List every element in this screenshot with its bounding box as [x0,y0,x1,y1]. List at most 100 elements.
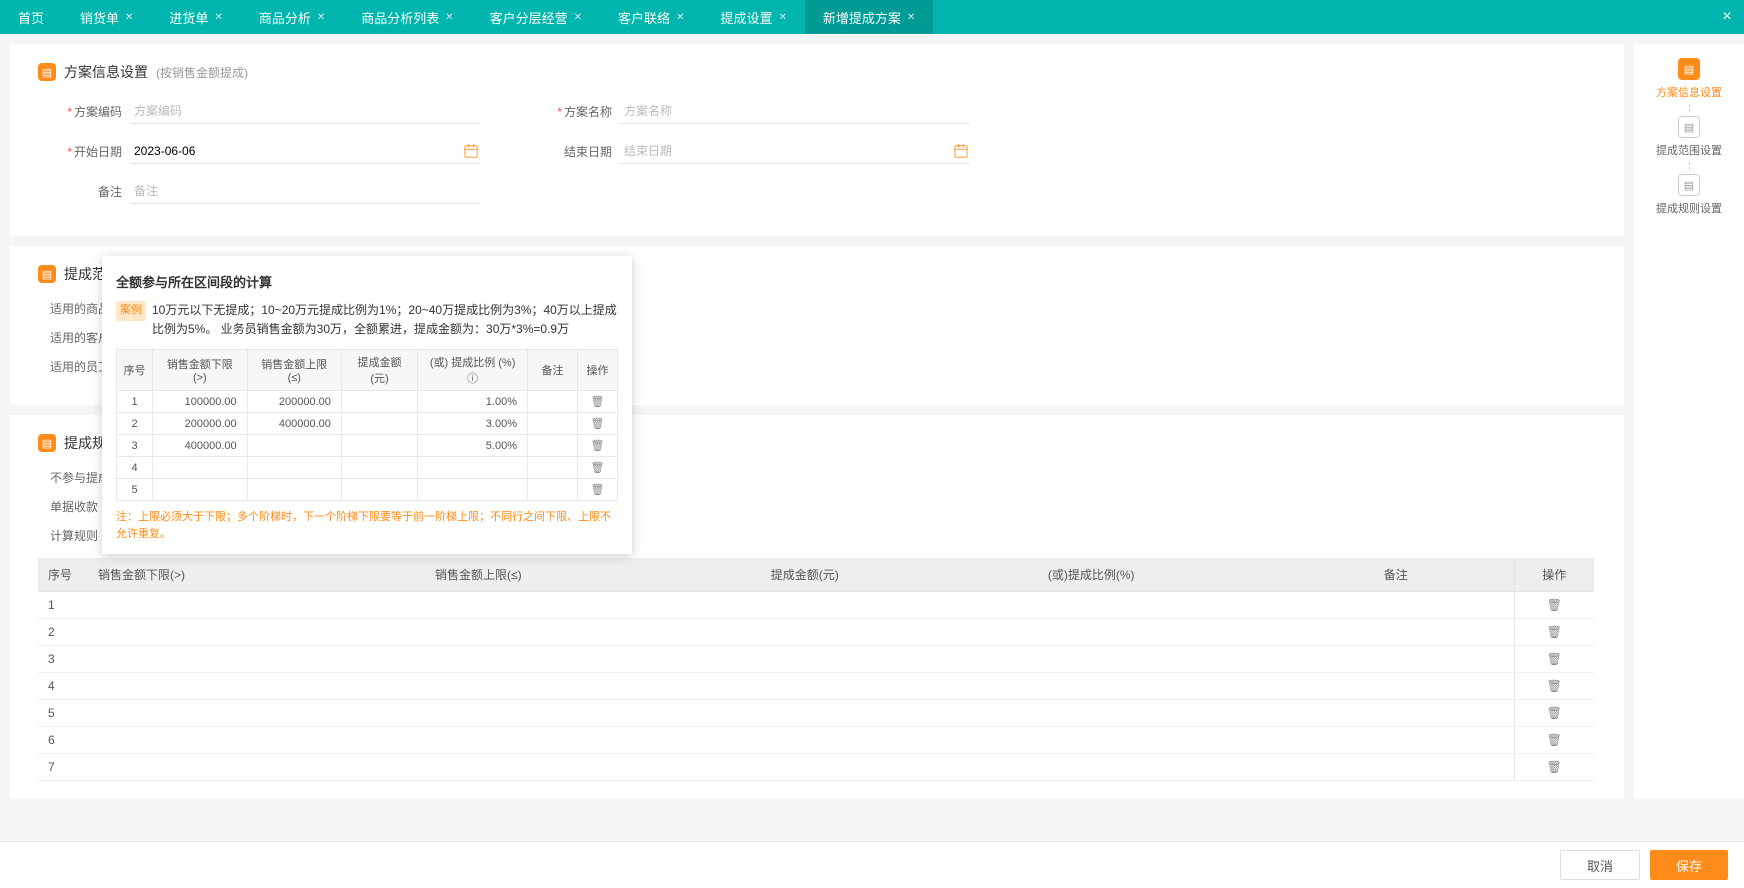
cell-empty[interactable] [1374,754,1514,781]
table-row[interactable]: 2🗑 [38,619,1594,646]
cell-empty[interactable] [1038,673,1374,700]
cell-op: 🗑 [1514,673,1594,700]
cell-empty[interactable] [761,754,1038,781]
plan-name-label: 方案名称 [564,105,612,119]
anchor-提成规则设置[interactable]: ▤ 提成规则设置 [1656,174,1722,216]
tab-首页[interactable]: 首页 [0,0,62,34]
cell-empty[interactable] [1374,673,1514,700]
cell-empty[interactable] [1038,700,1374,727]
delete-icon[interactable]: 🗑 [1547,652,1562,666]
cell-empty[interactable] [88,754,425,781]
anchor-icon: ▤ [1678,174,1700,196]
cell-empty[interactable] [761,592,1038,619]
table-row[interactable]: 7🗑 [38,754,1594,781]
cell-empty[interactable] [761,619,1038,646]
cell-amount [341,479,417,501]
close-icon[interactable]: ✕ [445,12,453,23]
cell-empty[interactable] [761,646,1038,673]
cell-empty[interactable] [425,619,761,646]
tab-销货单[interactable]: 销货单✕ [62,0,151,34]
table-row[interactable]: 4🗑 [38,673,1594,700]
cell-empty[interactable] [1038,619,1374,646]
tab-客户分层经营[interactable]: 客户分层经营✕ [472,0,600,34]
cell-empty[interactable] [425,673,761,700]
tab-进货单[interactable]: 进货单✕ [151,0,240,34]
cell-empty[interactable] [88,646,425,673]
cell-lower: 100000.00 [153,391,248,413]
tab-客户联络[interactable]: 客户联络✕ [600,0,702,34]
cell-empty[interactable] [425,700,761,727]
remark-input[interactable] [130,178,480,204]
cell-empty[interactable] [761,700,1038,727]
anchor-提成范围设置[interactable]: ▤提成范围设置 [1656,116,1722,158]
cell-lower [153,457,248,479]
cell-empty[interactable] [88,673,425,700]
delete-icon[interactable]: 🗑 [1547,706,1562,720]
cell-upper: 400000.00 [247,413,341,435]
table-row[interactable]: 3🗑 [38,646,1594,673]
delete-icon[interactable]: 🗑 [1547,679,1562,693]
delete-icon[interactable]: 🗑 [591,396,605,408]
anchor-方案信息设置[interactable]: ▤方案信息设置 [1656,58,1722,100]
cell-empty[interactable] [1374,727,1514,754]
table-row[interactable]: 1🗑 [38,592,1594,619]
cell-empty[interactable] [1038,592,1374,619]
close-icon[interactable]: ✕ [214,12,222,23]
close-icon[interactable]: ✕ [676,12,684,23]
delete-icon[interactable]: 🗑 [1547,733,1562,747]
plan-name-input[interactable] [620,98,970,124]
delete-icon[interactable]: 🗑 [1547,625,1562,639]
panel-subtitle: (按销售金额提成) [156,64,248,81]
cell-empty[interactable] [1374,700,1514,727]
delete-icon[interactable]: 🗑 [591,418,605,430]
cell-empty[interactable] [88,727,425,754]
close-icon[interactable]: ✕ [778,12,786,23]
cell-empty[interactable] [1038,754,1374,781]
end-date-input[interactable] [620,138,970,164]
save-button[interactable]: 保存 [1650,850,1728,880]
cell-empty[interactable] [88,592,425,619]
close-icon[interactable]: ✕ [574,12,582,23]
tab-label: 首页 [18,8,44,27]
cell-empty[interactable] [761,673,1038,700]
close-icon[interactable]: ✕ [907,12,915,23]
cell-lower [153,479,248,501]
close-icon[interactable]: ✕ [317,12,325,23]
anchor-label: 提成规则设置 [1656,200,1722,216]
cell-empty[interactable] [88,619,425,646]
cell-empty[interactable] [425,754,761,781]
cell-empty[interactable] [425,727,761,754]
cell-ratio [418,479,528,501]
cell-amount [341,457,417,479]
delete-icon[interactable]: 🗑 [591,484,605,496]
table-row[interactable]: 5🗑 [38,700,1594,727]
cell-amount [341,391,417,413]
close-icon[interactable]: ✕ [125,12,133,23]
delete-icon[interactable]: 🗑 [1547,760,1562,774]
cell-empty[interactable] [1374,619,1514,646]
cancel-button[interactable]: 取消 [1560,850,1640,880]
cell-empty[interactable] [1374,646,1514,673]
cell-seq: 4 [117,457,153,479]
delete-icon[interactable]: 🗑 [591,440,605,452]
cell-empty[interactable] [761,727,1038,754]
cell-empty[interactable] [88,700,425,727]
cell-empty[interactable] [1038,727,1374,754]
cell-empty[interactable] [425,646,761,673]
table-row[interactable]: 6🗑 [38,727,1594,754]
delete-icon[interactable]: 🗑 [1547,598,1562,612]
tab-新增提成方案[interactable]: 新增提成方案✕ [805,0,933,34]
delete-icon[interactable]: 🗑 [591,462,605,474]
start-date-input[interactable] [130,138,480,164]
cell-empty[interactable] [1038,646,1374,673]
tab-提成设置[interactable]: 提成设置✕ [702,0,804,34]
plan-code-input[interactable] [130,98,480,124]
tab-商品分析列表[interactable]: 商品分析列表✕ [343,0,471,34]
cell-seq: 2 [117,413,153,435]
cell-empty[interactable] [425,592,761,619]
info-icon[interactable]: ⓘ [467,373,478,385]
tab-商品分析[interactable]: 商品分析✕ [241,0,343,34]
cell-empty[interactable] [1374,592,1514,619]
close-all-tabs-button[interactable]: × [1710,0,1744,34]
cell-op: 🗑 [1514,754,1594,781]
